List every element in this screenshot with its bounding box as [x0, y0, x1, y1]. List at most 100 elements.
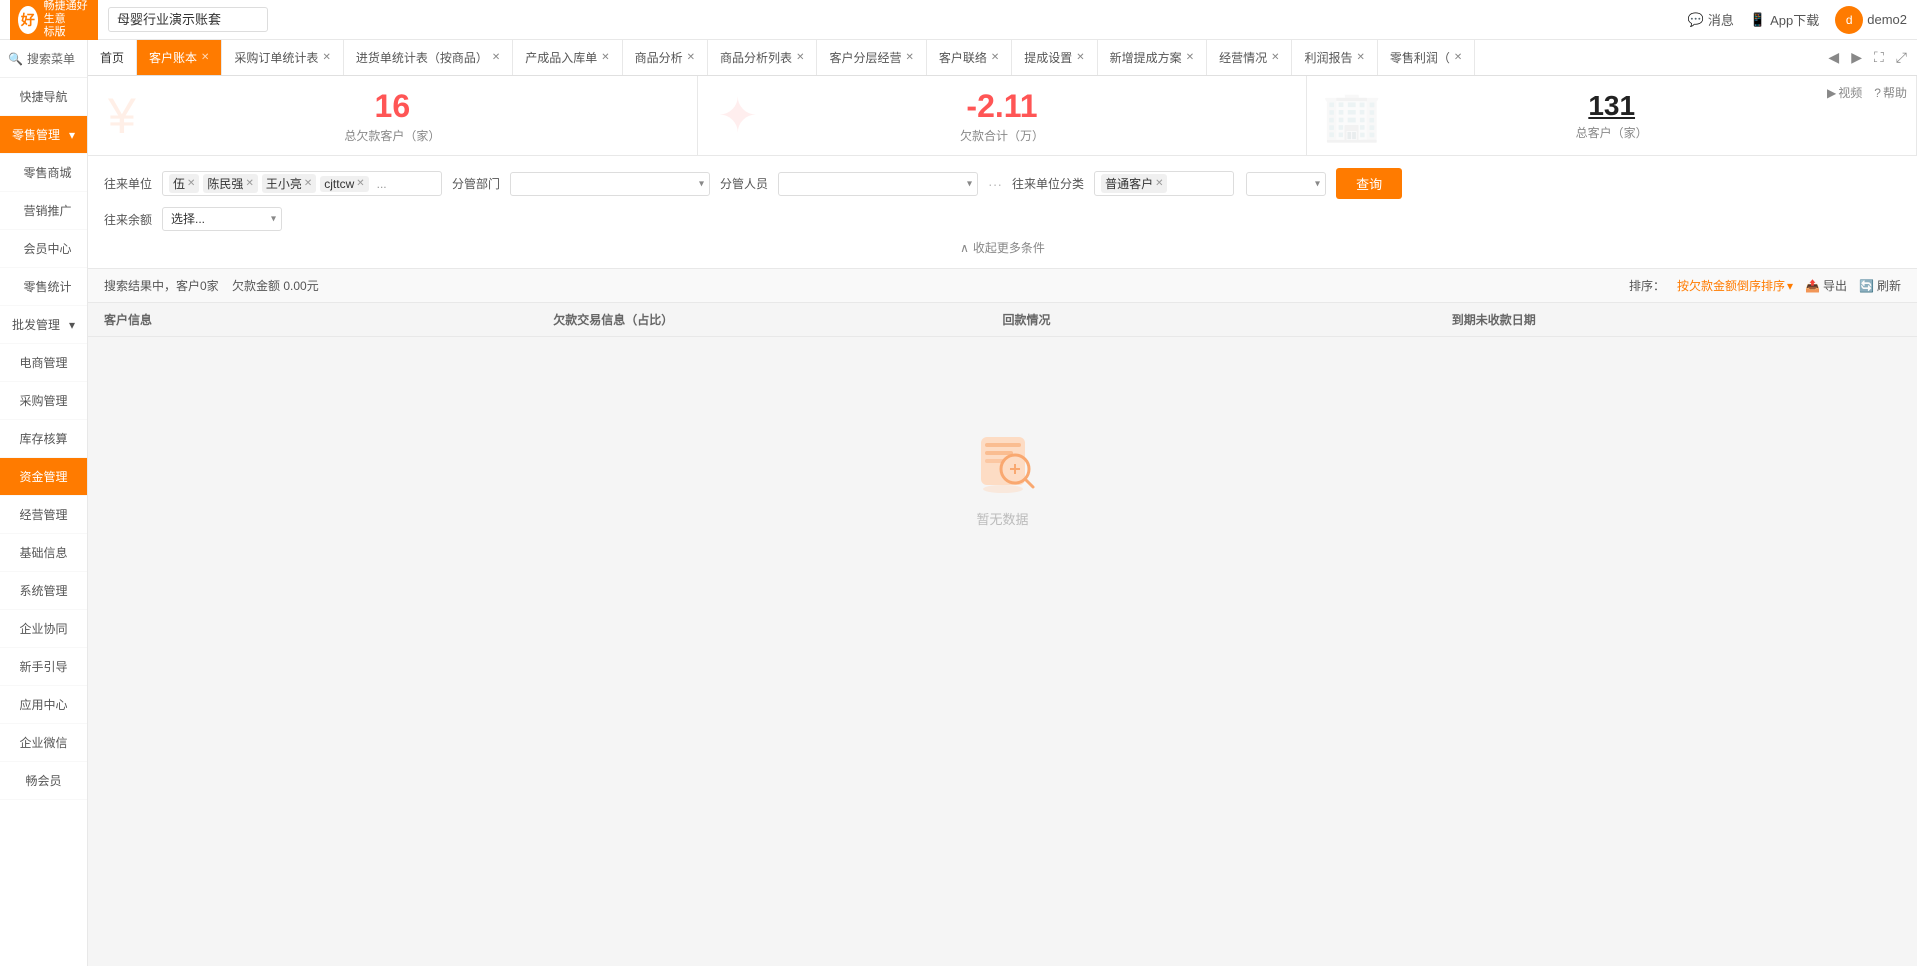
tab-bar-controls: ◀ ▶ ⛶ ⤢	[1818, 47, 1917, 68]
sidebar-item-ecom-mgmt[interactable]: 电商管理	[0, 344, 87, 382]
tab-bar: 首页 客户账本 ✕ 采购订单统计表 ✕ 进货单统计表（按商品） ✕ 产成品入库单…	[88, 40, 1917, 76]
tab-close-icon[interactable]: ✕	[1454, 52, 1462, 63]
filter-dept-label: 分管部门	[452, 175, 500, 192]
filter-balance-label: 往来余额	[104, 211, 152, 228]
remove-tag-chen[interactable]: ✕	[245, 178, 253, 189]
avatar: d	[1835, 6, 1863, 34]
tab-profit-report[interactable]: 利润报告 ✕	[1292, 40, 1377, 76]
tab-close-icon[interactable]: ✕	[1186, 52, 1194, 63]
sidebar-item-finance-mgmt[interactable]: 资金管理	[0, 458, 87, 496]
tab-fullscreen[interactable]: ⤢	[1892, 47, 1911, 68]
messages-btn[interactable]: 💬 消息	[1688, 10, 1734, 29]
sidebar-item-retail-mgmt[interactable]: 零售管理 ▾	[0, 116, 87, 154]
collapse-btn[interactable]: ∧ 收起更多条件	[960, 239, 1045, 256]
remove-normal-customer[interactable]: ✕	[1155, 178, 1163, 189]
tab-scroll-right[interactable]: ▶	[1847, 47, 1866, 68]
tab-close-icon[interactable]: ✕	[687, 52, 695, 63]
filter-dept-select[interactable]	[510, 172, 710, 196]
refresh-btn[interactable]: 🔄 刷新	[1859, 277, 1901, 294]
stat-debt-customers: ¥ 16 总欠款客户（家）	[88, 76, 698, 155]
tab-scroll-left[interactable]: ◀	[1824, 47, 1843, 68]
sidebar-item-enterprise-wechat[interactable]: 企业微信	[0, 724, 87, 762]
sidebar-item-ops-mgmt[interactable]: 经营管理	[0, 496, 87, 534]
tab-product-analysis[interactable]: 商品分析 ✕	[623, 40, 708, 76]
tab-promotion-settings[interactable]: 提成设置 ✕	[1012, 40, 1097, 76]
top-bar: 好 畅捷通好生意 标版 母婴行业演示账套 💬 消息 📱 App下载 d demo…	[0, 0, 1917, 40]
empty-icon	[963, 417, 1043, 497]
app-logo[interactable]: 好 畅捷通好生意 标版	[10, 0, 98, 40]
tab-purchase-order-stats[interactable]: 采购订单统计表 ✕	[222, 40, 343, 76]
tab-home[interactable]: 首页	[88, 40, 137, 76]
sort-select[interactable]: 按欠款金额倒序排序 ▾	[1677, 277, 1793, 294]
tab-customer-segment[interactable]: 客户分层经营 ✕	[817, 40, 926, 76]
sidebar-item-purchase-mgmt[interactable]: 采购管理	[0, 382, 87, 420]
account-selector[interactable]: 母婴行业演示账套	[108, 7, 268, 32]
tab-product-in[interactable]: 产成品入库单 ✕	[513, 40, 622, 76]
tab-close-icon[interactable]: ✕	[905, 52, 913, 63]
person-more-btn[interactable]: ···	[988, 176, 1002, 192]
tab-close-icon[interactable]: ✕	[991, 52, 999, 63]
sidebar-item-app-center[interactable]: 应用中心	[0, 686, 87, 724]
filter-unit-class-select[interactable]	[1246, 172, 1326, 196]
filter-more-tags[interactable]: ...	[373, 176, 391, 192]
sidebar-item-enterprise-collab[interactable]: 企业协同	[0, 610, 87, 648]
filter-unit-tags: 伍 ✕ 陈民强 ✕ 王小亮 ✕ cjttcw ✕	[162, 171, 442, 196]
tab-retail-profit[interactable]: 零售利润（ ✕	[1378, 40, 1475, 76]
message-icon: 💬	[1688, 12, 1704, 28]
filter-dept-wrap	[510, 172, 710, 196]
tab-goods-in-stats[interactable]: 进货单统计表（按商品） ✕	[344, 40, 513, 76]
tab-customer-contact[interactable]: 客户联络 ✕	[927, 40, 1012, 76]
filter-unit-label: 往来单位	[104, 175, 152, 192]
table-header: 客户信息 欠款交易信息（占比） 回款情况 到期未收款日期	[88, 303, 1917, 337]
user-profile[interactable]: d demo2	[1835, 6, 1907, 34]
tab-close-icon[interactable]: ✕	[492, 52, 500, 63]
tab-customer-book[interactable]: 客户账本 ✕	[137, 40, 222, 76]
stat-total-customers-label: 总客户（家）	[1576, 124, 1648, 141]
tab-close-icon[interactable]: ✕	[322, 52, 330, 63]
tab-expand[interactable]: ⛶	[1870, 47, 1888, 68]
filter-tag-chen: 陈民强 ✕	[203, 174, 257, 193]
sort-label: 排序：	[1629, 277, 1665, 294]
tab-close-icon[interactable]: ✕	[1357, 52, 1365, 63]
sidebar-search[interactable]: 🔍 搜索菜单	[0, 40, 87, 78]
remove-tag-wu[interactable]: ✕	[187, 178, 195, 189]
stat-debt-customers-value: 16	[375, 88, 411, 125]
sidebar-item-member-center[interactable]: 会员中心	[0, 230, 87, 268]
remove-tag-wang[interactable]: ✕	[304, 178, 312, 189]
sidebar-item-retail-stats[interactable]: 零售统计	[0, 268, 87, 306]
sidebar-item-quick-nav[interactable]: 快捷导航	[0, 78, 87, 116]
sidebar-item-batch-mgmt[interactable]: 批发管理 ▾	[0, 306, 87, 344]
tab-business-situation[interactable]: 经营情况 ✕	[1207, 40, 1292, 76]
tab-close-icon[interactable]: ✕	[1271, 52, 1279, 63]
export-btn[interactable]: 📤 导出	[1805, 277, 1847, 294]
filter-tag-wang: 王小亮 ✕	[262, 174, 316, 193]
refresh-icon: 🔄	[1859, 279, 1874, 293]
tab-product-analysis-list[interactable]: 商品分析列表 ✕	[708, 40, 817, 76]
sidebar-item-retail-mall[interactable]: 零售商城	[0, 154, 87, 192]
filter-balance-select[interactable]: 选择...	[162, 207, 282, 231]
sidebar-item-marketing[interactable]: 营销推广	[0, 192, 87, 230]
tab-close-icon[interactable]: ✕	[796, 52, 804, 63]
sidebar-item-system-mgmt[interactable]: 系统管理	[0, 572, 87, 610]
filter-unit-class: 普通客户 ✕	[1094, 171, 1234, 196]
sidebar-item-new-guide[interactable]: 新手引导	[0, 648, 87, 686]
remove-tag-cjttcw[interactable]: ✕	[356, 178, 364, 189]
sidebar-item-member-club[interactable]: 畅会员	[0, 762, 87, 800]
main-layout: 🔍 搜索菜单 快捷导航 零售管理 ▾ 零售商城 营销推广 会员中心 零售统计 批…	[0, 40, 1917, 966]
help-icon: ?	[1874, 86, 1881, 100]
app-download-btn[interactable]: 📱 App下载	[1750, 10, 1819, 29]
tab-close-icon[interactable]: ✕	[201, 52, 209, 63]
video-link[interactable]: ▶ 视频	[1827, 84, 1862, 101]
stat-debt-total-label: 欠款合计（万）	[960, 127, 1044, 144]
filter-person-label: 分管人员	[720, 175, 768, 192]
tab-close-icon[interactable]: ✕	[1076, 52, 1084, 63]
filter-person-select[interactable]	[778, 172, 978, 196]
tab-new-promotion[interactable]: 新增提成方案 ✕	[1098, 40, 1207, 76]
video-icon: ▶	[1827, 86, 1836, 100]
sidebar-item-inventory[interactable]: 库存核算	[0, 420, 87, 458]
help-link[interactable]: ? 帮助	[1874, 84, 1907, 101]
col-header-repay: 回款情况	[1003, 311, 1452, 328]
query-button[interactable]: 查询	[1336, 168, 1402, 199]
sidebar-item-base-info[interactable]: 基础信息	[0, 534, 87, 572]
tab-close-icon[interactable]: ✕	[601, 52, 609, 63]
